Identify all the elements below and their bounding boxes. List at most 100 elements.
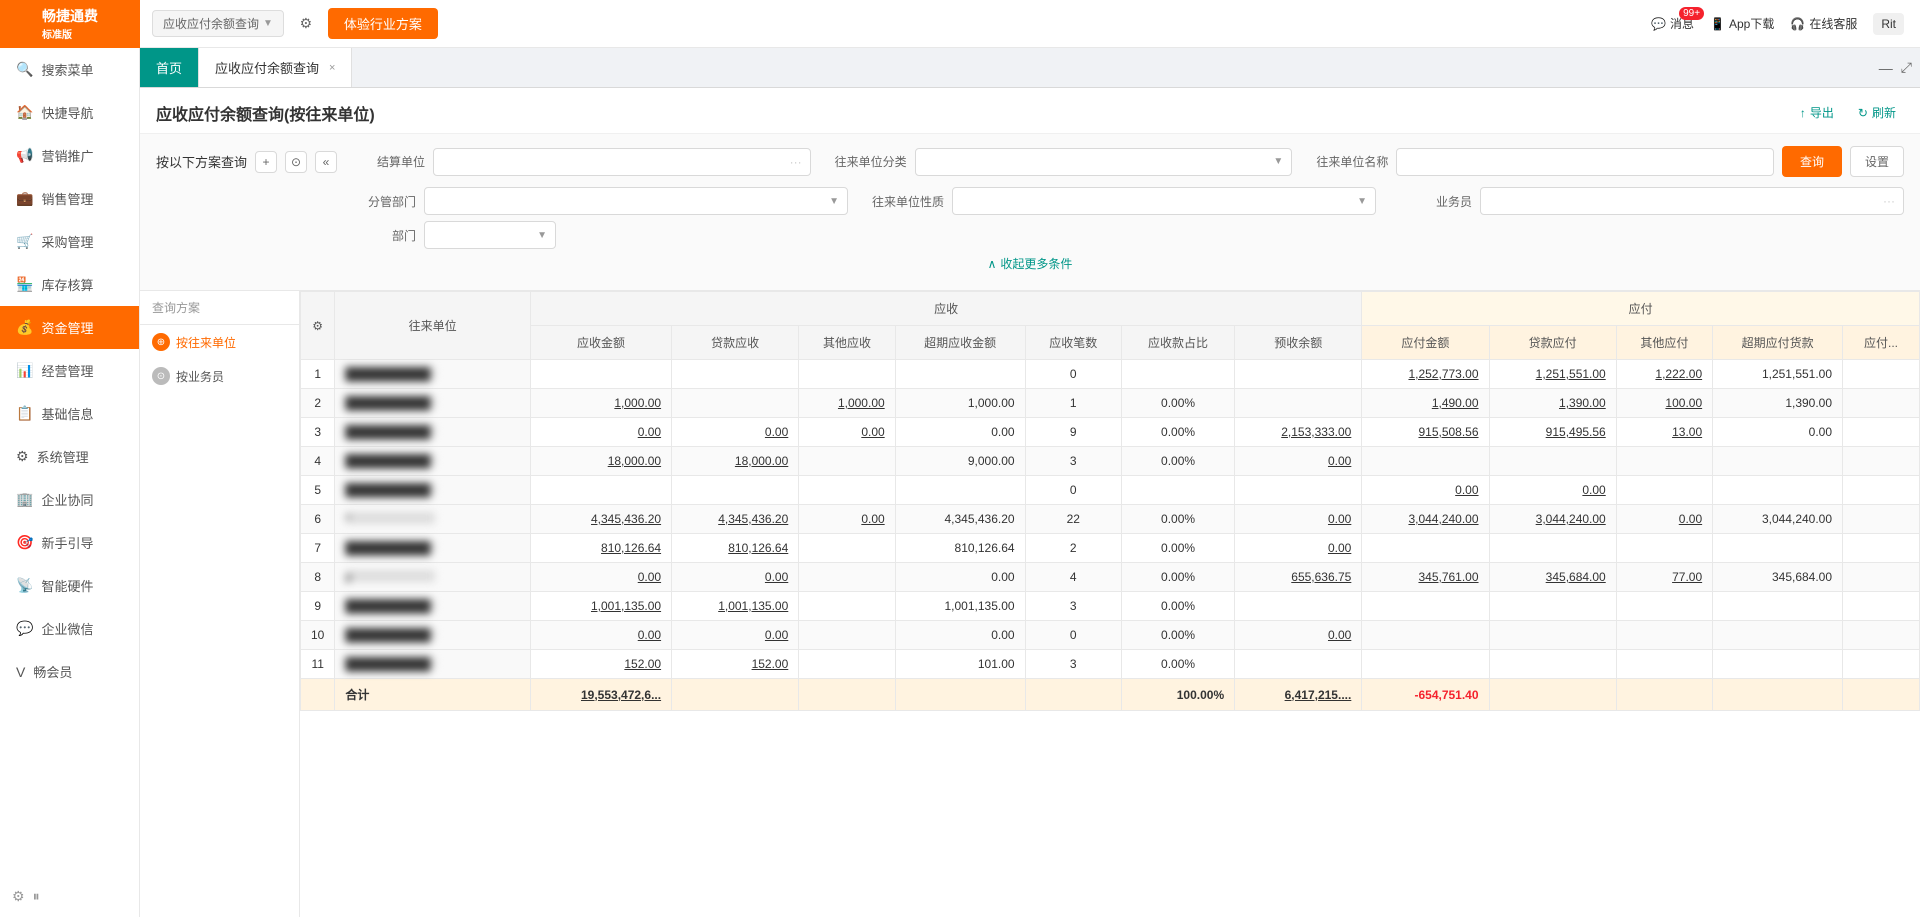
- filter-fenguan-select[interactable]: ▼: [424, 187, 848, 215]
- summary-recv-count: [1025, 679, 1121, 711]
- settings-button[interactable]: 设置: [1850, 146, 1904, 177]
- sidebar-settings-icon[interactable]: ⚙: [12, 888, 25, 905]
- table-cell[interactable]: 0.00: [1235, 621, 1362, 650]
- filter-bumen-select[interactable]: ▼: [424, 221, 556, 249]
- table-cell[interactable]: 1,222.00: [1616, 360, 1712, 389]
- tab-maximize-button[interactable]: ⤢: [1901, 59, 1912, 76]
- table-cell[interactable]: 655,636.75: [1235, 563, 1362, 592]
- refresh-button[interactable]: ↻ 刷新: [1850, 100, 1904, 125]
- topbar: 畅捷通费 标准版 应收应付余额查询 ▼ ⚙ 体验行业方案 💬 消息 99+ 📱 …: [0, 0, 1920, 48]
- table-cell[interactable]: 0.00: [530, 418, 671, 447]
- sidebar-item-operation[interactable]: 📊 经营管理: [0, 349, 139, 392]
- sidebar-item-finance[interactable]: 💰 资金管理: [0, 306, 139, 349]
- message-button[interactable]: 💬 消息 99+: [1651, 15, 1694, 32]
- filter-collapse-button[interactable]: «: [315, 151, 337, 173]
- query-method-header: 查询方案: [140, 291, 299, 325]
- tab-close-icon[interactable]: ×: [329, 62, 335, 74]
- trial-button[interactable]: 体验行业方案: [328, 8, 438, 39]
- sidebar-item-inventory[interactable]: 🏪 库存核算: [0, 263, 139, 306]
- query-method-staff[interactable]: ⊙ 按业务员: [140, 359, 299, 393]
- filter-jiesuan-input[interactable]: ···: [433, 148, 811, 176]
- filter-wanglai-type-select[interactable]: ▼: [952, 187, 1376, 215]
- query-button[interactable]: 查询: [1782, 146, 1842, 177]
- online-service-button[interactable]: 🎧 在线客服: [1790, 15, 1857, 32]
- table-cell[interactable]: 0.00: [530, 563, 671, 592]
- table-cell[interactable]: 0.00: [672, 621, 799, 650]
- sidebar-item-guide[interactable]: 🎯 新手引导: [0, 521, 139, 564]
- export-button[interactable]: ↑ 导出: [1792, 100, 1842, 125]
- user-menu[interactable]: Rit: [1873, 13, 1904, 35]
- table-cell[interactable]: 0.00: [672, 418, 799, 447]
- table-cell[interactable]: 100.00: [1616, 389, 1712, 418]
- tab-minimize-button[interactable]: —: [1879, 60, 1893, 76]
- table-cell[interactable]: 1,000.00: [530, 389, 671, 418]
- sidebar-item-hardware[interactable]: 📡 智能硬件: [0, 564, 139, 607]
- app-download-button[interactable]: 📱 App下载: [1710, 15, 1774, 32]
- table-cell[interactable]: 915,495.56: [1489, 418, 1616, 447]
- sidebar-collapse-icon[interactable]: ⏸: [33, 888, 40, 905]
- table-cell: [799, 621, 895, 650]
- sidebar-item-quicknav[interactable]: 🏠 快捷导航: [0, 91, 139, 134]
- table-cell[interactable]: 0.00: [530, 621, 671, 650]
- table-cell[interactable]: 2,153,333.00: [1235, 418, 1362, 447]
- filter-yewuyuan-input[interactable]: ···: [1480, 187, 1904, 215]
- table-cell[interactable]: 3,044,240.00: [1362, 505, 1489, 534]
- table-cell[interactable]: 0.00: [1235, 534, 1362, 563]
- table-cell[interactable]: 0.00: [1489, 476, 1616, 505]
- table-cell[interactable]: 1,251,551.00: [1489, 360, 1616, 389]
- table-cell[interactable]: 13.00: [1616, 418, 1712, 447]
- query-method-unit[interactable]: ⊕ 按往来单位: [140, 325, 299, 359]
- sidebar-item-marketing[interactable]: 📢 营销推广: [0, 134, 139, 177]
- table-cell[interactable]: 1,390.00: [1489, 389, 1616, 418]
- table-cell[interactable]: 4,345,436.20: [530, 505, 671, 534]
- summary-recv-amount[interactable]: 19,553,472,6...: [530, 679, 671, 711]
- table-cell[interactable]: 18,000.00: [672, 447, 799, 476]
- sidebar-item-member[interactable]: V 畅会员: [0, 650, 139, 693]
- topbar-gear-icon[interactable]: ⚙: [292, 10, 320, 38]
- table-cell[interactable]: 345,684.00: [1489, 563, 1616, 592]
- filter-add-button[interactable]: +: [255, 151, 277, 173]
- filter-settings-button[interactable]: ⊙: [285, 151, 307, 173]
- table-cell[interactable]: 1,000.00: [799, 389, 895, 418]
- filter-wanglai-cat-select[interactable]: ▼: [915, 148, 1293, 176]
- table-cell[interactable]: 1,490.00: [1362, 389, 1489, 418]
- table-cell[interactable]: 0.00: [799, 505, 895, 534]
- filter-collapse-more[interactable]: ∧ 收起更多条件: [156, 249, 1904, 278]
- sidebar-item-enterprise[interactable]: 🏢 企业协同: [0, 478, 139, 521]
- table-cell[interactable]: 1,252,773.00: [1362, 360, 1489, 389]
- table-cell[interactable]: 0.00: [672, 563, 799, 592]
- table-cell[interactable]: 77.00: [1616, 563, 1712, 592]
- table-cell: [1235, 389, 1362, 418]
- sidebar-item-wechat[interactable]: 💬 企业微信: [0, 607, 139, 650]
- summary-recv-prepay[interactable]: 6,417,215....: [1235, 679, 1362, 711]
- table-cell[interactable]: 1,001,135.00: [672, 592, 799, 621]
- sidebar-item-system[interactable]: ⚙ 系统管理: [0, 435, 139, 478]
- table-cell[interactable]: 4,345,436.20: [672, 505, 799, 534]
- table-cell[interactable]: 0.00: [799, 418, 895, 447]
- table-cell[interactable]: 345,761.00: [1362, 563, 1489, 592]
- filter-wanglai-name-input[interactable]: [1396, 148, 1774, 176]
- tab-home[interactable]: 首页: [140, 48, 199, 87]
- table-cell[interactable]: 915,508.56: [1362, 418, 1489, 447]
- table-cell[interactable]: 0.00: [1235, 505, 1362, 534]
- table-cell[interactable]: 810,126.64: [672, 534, 799, 563]
- sidebar-item-sales[interactable]: 💼 销售管理: [0, 177, 139, 220]
- table-cell[interactable]: 152.00: [672, 650, 799, 679]
- table-cell: 810,126.64: [895, 534, 1025, 563]
- table-cell[interactable]: 0.00: [1616, 505, 1712, 534]
- breadcrumb[interactable]: 应收应付余额查询 ▼: [152, 10, 284, 37]
- table-cell[interactable]: 810,126.64: [530, 534, 671, 563]
- tab-query[interactable]: 应收应付余额查询 ×: [199, 48, 352, 87]
- table-cell[interactable]: 152.00: [530, 650, 671, 679]
- table-cell: 0.00%: [1121, 534, 1234, 563]
- table-cell[interactable]: 1,001,135.00: [530, 592, 671, 621]
- th-settings[interactable]: ⚙: [301, 292, 335, 360]
- sidebar-item-basicinfo[interactable]: 📋 基础信息: [0, 392, 139, 435]
- table-cell[interactable]: 0.00: [1362, 476, 1489, 505]
- sidebar-item-purchase[interactable]: 🛒 采购管理: [0, 220, 139, 263]
- table-cell[interactable]: 0.00: [1235, 447, 1362, 476]
- sidebar-item-search[interactable]: 🔍 搜索菜单: [0, 48, 139, 91]
- table-cell[interactable]: 18,000.00: [530, 447, 671, 476]
- table-wrapper[interactable]: ⚙ 往来单位 应收 应付 应收金额 贷款应收 其他应收 超期应收金额: [300, 291, 1920, 917]
- table-cell[interactable]: 3,044,240.00: [1489, 505, 1616, 534]
